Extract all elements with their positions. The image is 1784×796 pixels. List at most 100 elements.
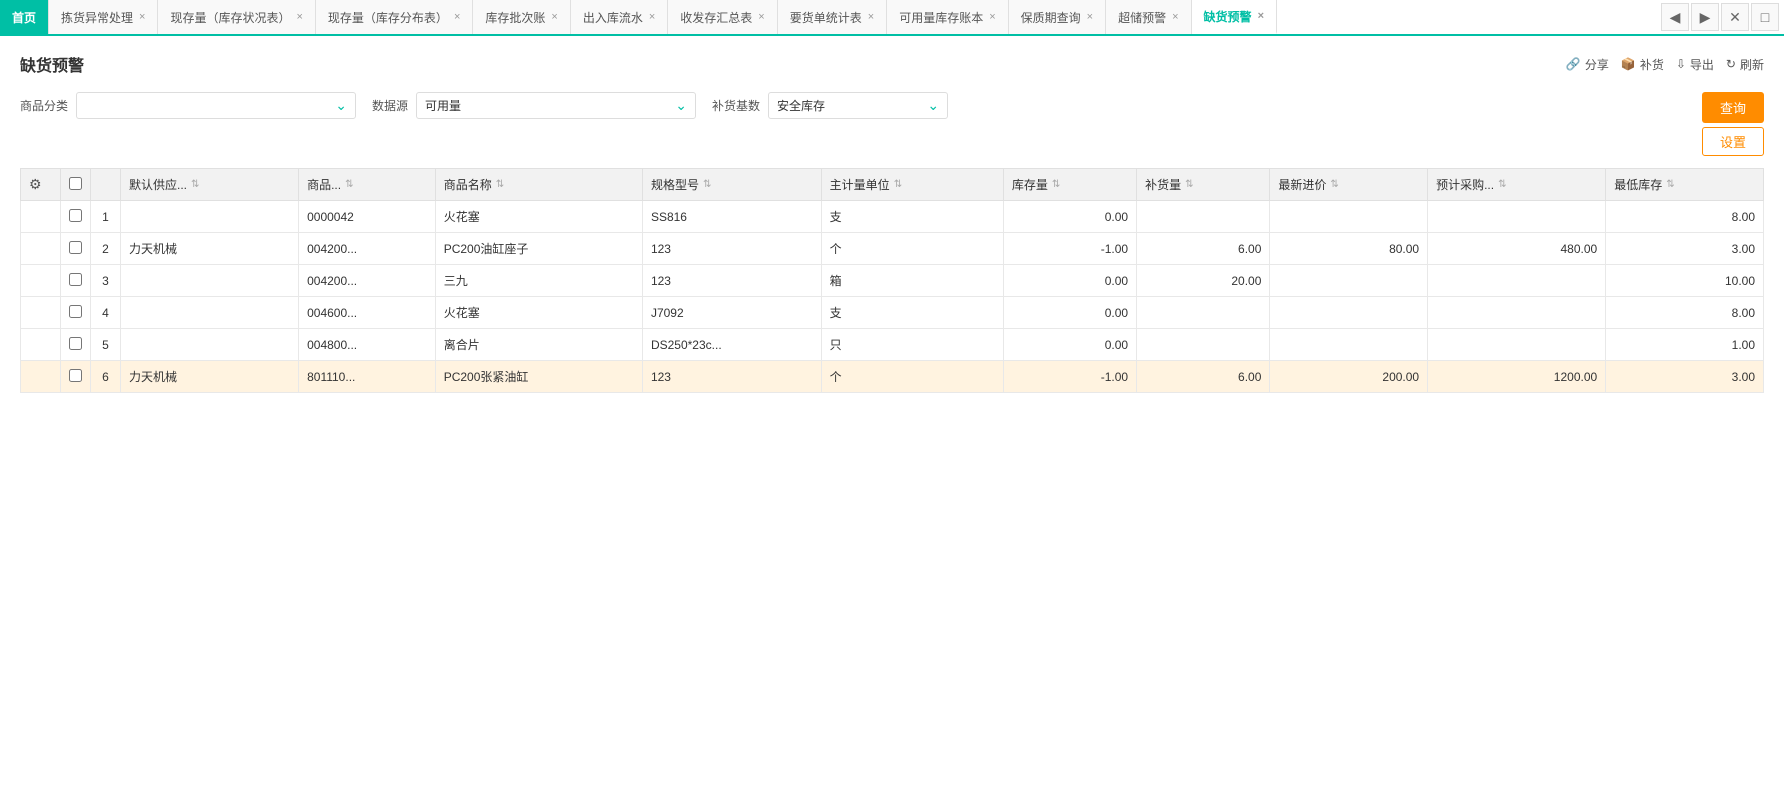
- nav-tab-2[interactable]: 现存量（库存分布表）×: [316, 0, 473, 34]
- nav-tab-3[interactable]: 库存批次账×: [473, 0, 570, 34]
- refresh-label: 刷新: [1740, 56, 1764, 73]
- tab-close-5[interactable]: ×: [758, 11, 764, 23]
- replenish-sort-icon[interactable]: ⇅: [1185, 179, 1193, 190]
- cell-estimate-buy-1: 480.00: [1428, 233, 1606, 265]
- cell-spec-0: SS816: [642, 201, 821, 233]
- code-sort-icon[interactable]: ⇅: [345, 179, 353, 190]
- export-button[interactable]: ⇩ 导出: [1676, 56, 1714, 73]
- nav-tab-5[interactable]: 收发存汇总表 ×: [668, 0, 777, 34]
- nav-close-button[interactable]: ✕: [1721, 3, 1749, 31]
- nav-tab-1[interactable]: 现存量（库存状况表） ×: [158, 0, 315, 34]
- row-checkbox-3[interactable]: [69, 305, 82, 318]
- nav-tab-8[interactable]: 保质期查询×: [1009, 0, 1106, 34]
- nav-prev-button[interactable]: ◀: [1661, 3, 1689, 31]
- cell-seq-0: 1: [91, 201, 121, 233]
- estimate-buy-sort-icon[interactable]: ⇅: [1498, 179, 1506, 190]
- row-checkbox-4[interactable]: [69, 337, 82, 350]
- refresh-button[interactable]: ↻ 刷新: [1726, 56, 1764, 73]
- nav-tab-home[interactable]: 首页: [0, 0, 49, 34]
- share-icon: 🔗: [1566, 57, 1581, 71]
- cell-min-stock-5: 3.00: [1606, 361, 1764, 393]
- tab-close-1[interactable]: ×: [296, 11, 302, 23]
- tab-close-2[interactable]: ×: [454, 11, 460, 23]
- cell-checkbox-3: [61, 297, 91, 329]
- unit-sort-icon[interactable]: ⇅: [894, 179, 902, 190]
- cell-replenish-0: [1137, 201, 1270, 233]
- tab-close-6[interactable]: ×: [868, 11, 874, 23]
- cell-supplier-4: [121, 329, 299, 361]
- tab-close-4[interactable]: ×: [649, 11, 655, 23]
- nav-tab-6[interactable]: 要货单统计表×: [778, 0, 887, 34]
- tab-close-8[interactable]: ×: [1087, 11, 1093, 23]
- tab-close-10[interactable]: ×: [1258, 10, 1264, 22]
- cell-checkbox-4: [61, 329, 91, 361]
- replenish-label: 补货: [1640, 56, 1664, 73]
- min-stock-sort-icon[interactable]: ⇅: [1666, 179, 1674, 190]
- supplier-sort-icon[interactable]: ⇅: [191, 179, 199, 190]
- nav-tab-7[interactable]: 可用量库存账本×: [887, 0, 1008, 34]
- table-row: 1 0000042 火花塞 SS816 支 0.00 8.00: [21, 201, 1764, 233]
- nav-tabs-container: 拣货异常处理×现存量（库存状况表）×现存量（库存分布表）×库存批次账×出入库流水…: [49, 0, 1277, 34]
- cell-replenish-4: [1137, 329, 1270, 361]
- home-label: 首页: [12, 9, 36, 26]
- row-checkbox-1[interactable]: [69, 241, 82, 254]
- tab-label-5: 收发存汇总表: [680, 9, 752, 26]
- tab-close-3[interactable]: ×: [551, 11, 557, 23]
- th-name: 商品名称 ⇅: [435, 169, 642, 201]
- setting-button[interactable]: 设置: [1702, 127, 1764, 156]
- replenish-button[interactable]: 📦 补货: [1621, 56, 1664, 73]
- replenish-icon: 📦: [1621, 57, 1636, 71]
- cell-name-0: 火花塞: [435, 201, 642, 233]
- nav-tab-10[interactable]: 缺货预警×: [1192, 0, 1277, 34]
- cell-settings-1: [21, 233, 61, 265]
- th-seq: [91, 169, 121, 201]
- query-button[interactable]: 查询: [1702, 92, 1764, 123]
- datasource-filter-select[interactable]: 可用量 ⌄: [416, 92, 696, 119]
- replenish-filter-value: 安全库存: [777, 97, 825, 114]
- cell-checkbox-0: [61, 201, 91, 233]
- replenish-filter-select[interactable]: 安全库存 ⌄: [768, 92, 948, 119]
- name-sort-icon[interactable]: ⇅: [496, 179, 504, 190]
- top-navigation: 首页 拣货异常处理×现存量（库存状况表）×现存量（库存分布表）×库存批次账×出入…: [0, 0, 1784, 36]
- settings-icon[interactable]: ⚙: [29, 176, 42, 192]
- tab-label-1: 现存量（库存状况表）: [170, 9, 290, 26]
- category-dropdown-icon: ⌄: [335, 97, 347, 114]
- tab-close-7[interactable]: ×: [989, 11, 995, 23]
- cell-estimate-buy-5: 1200.00: [1428, 361, 1606, 393]
- th-min-stock: 最低库存 ⇅: [1606, 169, 1764, 201]
- stock-sort-icon[interactable]: ⇅: [1052, 179, 1060, 190]
- cell-name-2: 三九: [435, 265, 642, 297]
- datasource-filter-value: 可用量: [425, 97, 461, 114]
- cell-latest-price-1: 80.00: [1270, 233, 1428, 265]
- spec-sort-icon[interactable]: ⇅: [703, 179, 711, 190]
- tab-label-0: 拣货异常处理: [61, 9, 133, 26]
- th-replenish-label: 补货量: [1145, 176, 1181, 193]
- category-filter-select[interactable]: ⌄: [76, 92, 356, 119]
- share-button[interactable]: 🔗 分享: [1566, 56, 1609, 73]
- row-checkbox-2[interactable]: [69, 273, 82, 286]
- table-row: 5 004800... 离合片 DS250*23c... 只 0.00 1.00: [21, 329, 1764, 361]
- nav-next-button[interactable]: ▶: [1691, 3, 1719, 31]
- nav-tab-0[interactable]: 拣货异常处理 ×: [49, 0, 158, 34]
- tab-close-0[interactable]: ×: [139, 11, 145, 23]
- cell-settings-5: [21, 361, 61, 393]
- cell-seq-4: 5: [91, 329, 121, 361]
- cell-estimate-buy-0: [1428, 201, 1606, 233]
- nav-fullscreen-button[interactable]: □: [1751, 3, 1779, 31]
- tab-close-9[interactable]: ×: [1172, 11, 1178, 23]
- filter-actions: 查询 设置: [1702, 92, 1764, 156]
- cell-name-3: 火花塞: [435, 297, 642, 329]
- nav-controls: ◀ ▶ ✕ □: [1656, 3, 1784, 31]
- cell-settings-4: [21, 329, 61, 361]
- cell-code-2: 004200...: [299, 265, 436, 297]
- category-filter-group: 商品分类 ⌄: [20, 92, 356, 119]
- nav-tab-4[interactable]: 出入库流水×: [571, 0, 668, 34]
- cell-stock-4: 0.00: [1003, 329, 1136, 361]
- row-checkbox-0[interactable]: [69, 209, 82, 222]
- latest-price-sort-icon[interactable]: ⇅: [1330, 179, 1338, 190]
- th-settings[interactable]: ⚙: [21, 169, 61, 201]
- nav-tab-9[interactable]: 超储预警×: [1106, 0, 1191, 34]
- select-all-checkbox[interactable]: [69, 177, 82, 190]
- row-checkbox-5[interactable]: [69, 369, 82, 382]
- th-unit: 主计量单位 ⇅: [821, 169, 1003, 201]
